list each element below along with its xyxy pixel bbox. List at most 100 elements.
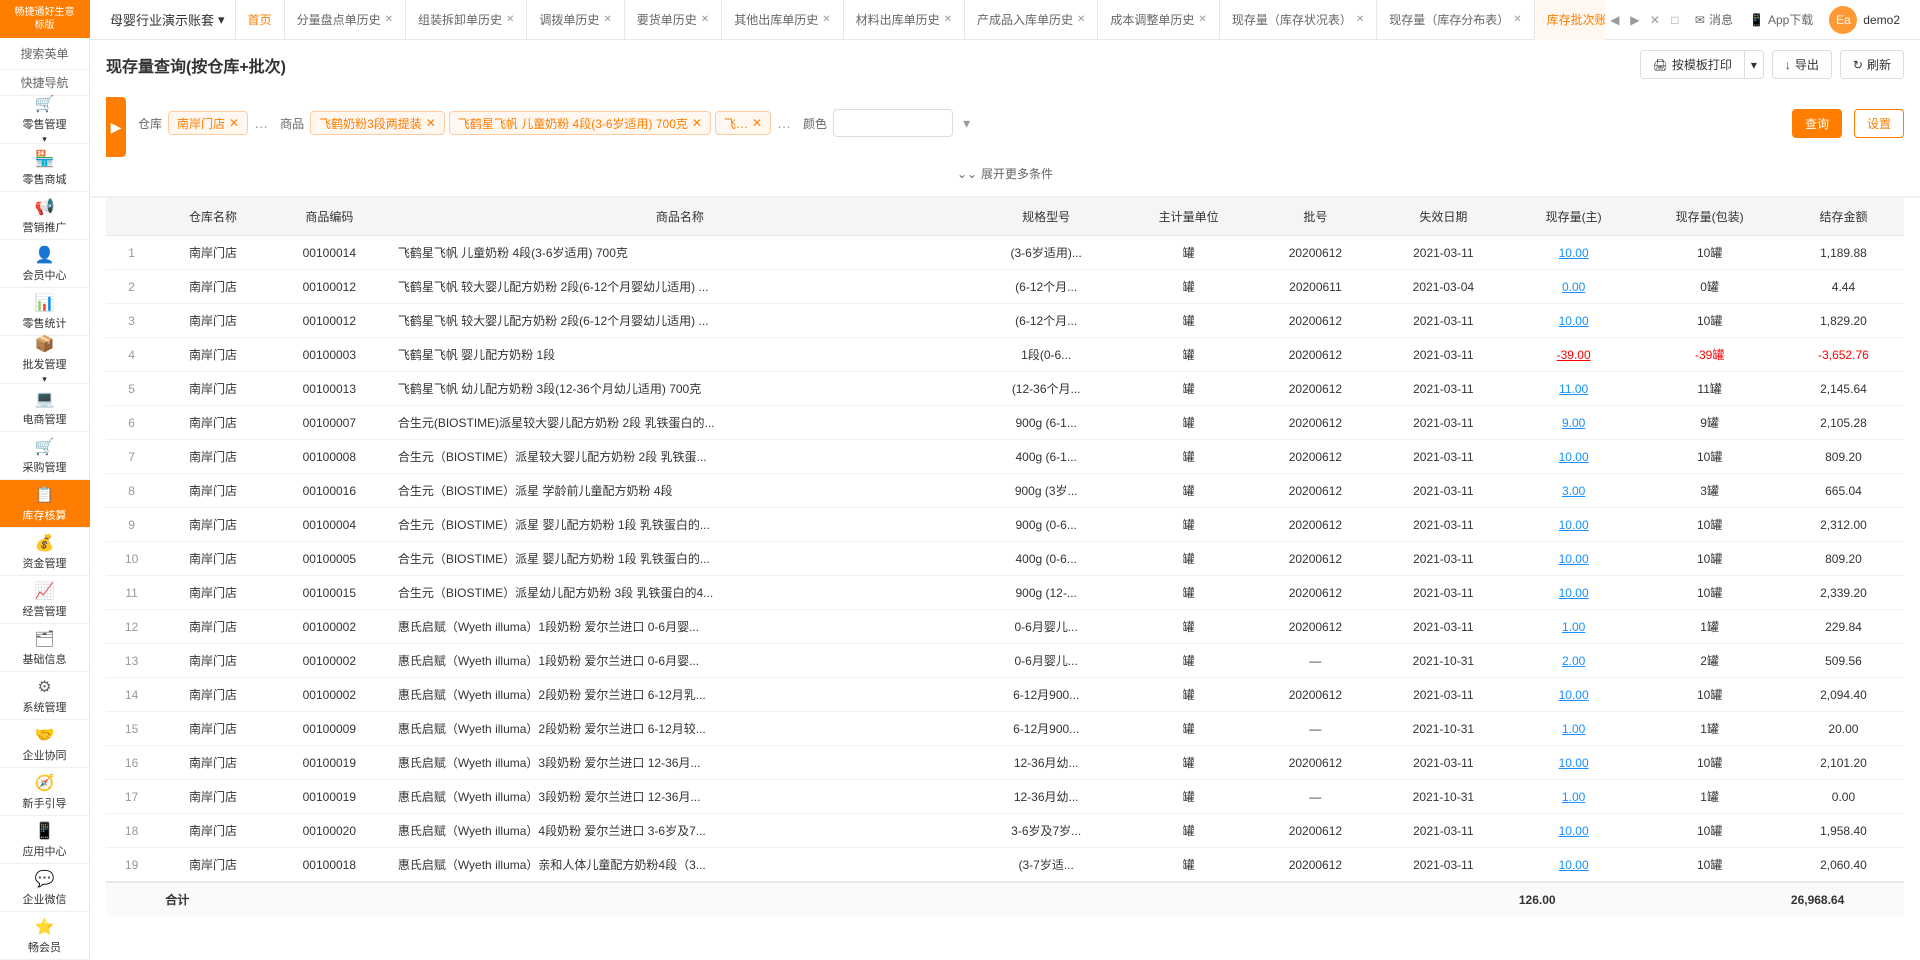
tab-menu-btn[interactable]: □ bbox=[1665, 0, 1685, 40]
tab-item-1[interactable]: 分量盘点单历史✕ bbox=[285, 0, 406, 40]
sidebar-item-purchase[interactable]: 🛒采购管理 bbox=[0, 432, 90, 480]
goods-tag-2[interactable]: 飞…✕ bbox=[715, 111, 771, 135]
row-name: 惠氏启赋（Wyeth illuma）3段奶粉 爱尔兰进口 12-36月... bbox=[390, 746, 970, 780]
sidebar-item-wechat[interactable]: 💬企业微信 bbox=[0, 864, 90, 912]
tab-item-5[interactable]: 其他出库单历史✕ bbox=[722, 0, 843, 40]
tab-item-8[interactable]: 成本调整单历史✕ bbox=[1098, 0, 1219, 40]
goods-tag-0[interactable]: 飞鹤奶粉3段两提装✕ bbox=[310, 111, 445, 135]
query-btn[interactable]: 查询 bbox=[1792, 109, 1842, 138]
row-expiry: 2021-03-11 bbox=[1376, 610, 1511, 644]
row-qty-pkg: 1罐 bbox=[1636, 712, 1782, 746]
search-trigger[interactable]: 搜索英单 bbox=[0, 38, 90, 70]
user-menu[interactable]: Ea demo2 bbox=[1829, 6, 1900, 34]
sidebar-item-appcenter[interactable]: 📱应用中心 bbox=[0, 816, 90, 864]
settings-btn[interactable]: 设置 bbox=[1854, 109, 1904, 138]
tab-item-3[interactable]: 调拨单历史✕ bbox=[527, 0, 624, 40]
sidebar-item-system[interactable]: ⚙系统管理 bbox=[0, 672, 90, 720]
tab-close-10[interactable]: ✕ bbox=[1513, 14, 1521, 25]
member-icon: 👤 bbox=[35, 245, 55, 265]
sidebar-item-ops[interactable]: 📈经营管理 bbox=[0, 576, 90, 624]
tab-close-9[interactable]: ✕ bbox=[1356, 14, 1364, 25]
sidebar-item-ecommerce[interactable]: 💻电商管理 bbox=[0, 384, 90, 432]
row-qty-main[interactable]: 0.00 bbox=[1511, 270, 1637, 304]
sidebar-item-base[interactable]: 🗂基础信息 bbox=[0, 624, 90, 672]
row-qty-main[interactable]: 10.00 bbox=[1511, 304, 1637, 338]
row-qty-main[interactable]: 3.00 bbox=[1511, 474, 1637, 508]
row-batch: 20200612 bbox=[1255, 474, 1376, 508]
tab-item-0[interactable]: 首页 bbox=[236, 0, 285, 40]
tab-next-btn[interactable]: ▶ bbox=[1625, 0, 1645, 40]
row-qty-main[interactable]: 10.00 bbox=[1511, 814, 1637, 848]
quick-nav[interactable]: 快捷导航 bbox=[0, 70, 90, 96]
row-qty-main[interactable]: 10.00 bbox=[1511, 440, 1637, 474]
expand-more[interactable]: ⌄⌄ 展开更多条件 bbox=[106, 161, 1904, 186]
goods-tag-close-2[interactable]: ✕ bbox=[752, 116, 762, 130]
row-qty-main[interactable]: 9.00 bbox=[1511, 406, 1637, 440]
row-qty-main[interactable]: 10.00 bbox=[1511, 236, 1637, 270]
tab-close-3[interactable]: ✕ bbox=[603, 14, 611, 25]
warehouse-tag[interactable]: 南岸门店 ✕ bbox=[168, 111, 248, 135]
tab-prev-btn[interactable]: ◀ bbox=[1605, 0, 1625, 40]
goods-tag-close-1[interactable]: ✕ bbox=[692, 116, 702, 130]
row-name: 惠氏启赋（Wyeth illuma）3段奶粉 爱尔兰进口 12-36月... bbox=[390, 780, 970, 814]
filter-expand-btn[interactable]: ▶ bbox=[106, 97, 126, 157]
goods-more[interactable]: … bbox=[777, 115, 791, 131]
export-btn[interactable]: ↓ 导出 bbox=[1772, 50, 1832, 79]
row-qty-main[interactable]: 11.00 bbox=[1511, 372, 1637, 406]
row-qty-main[interactable]: 10.00 bbox=[1511, 678, 1637, 712]
row-qty-main[interactable]: -39.00 bbox=[1511, 338, 1637, 372]
tab-item-6[interactable]: 材料出库单历史✕ bbox=[844, 0, 965, 40]
sidebar-item-shop[interactable]: 🏪零售商城 bbox=[0, 144, 90, 192]
row-qty-main[interactable]: 10.00 bbox=[1511, 542, 1637, 576]
row-qty-main[interactable]: 1.00 bbox=[1511, 780, 1637, 814]
tab-item-11[interactable]: 库存批次账✕ bbox=[1535, 0, 1605, 40]
tab-close-1[interactable]: ✕ bbox=[385, 14, 393, 25]
row-qty-main[interactable]: 10.00 bbox=[1511, 848, 1637, 883]
print-btn[interactable]: 🖨 按模板打印 bbox=[1641, 51, 1745, 78]
sidebar-item-retail[interactable]: 🛒零售管理▾ bbox=[0, 96, 90, 144]
sidebar-item-finance[interactable]: 💰资金管理 bbox=[0, 528, 90, 576]
app-download-btn[interactable]: 📱 App下载 bbox=[1749, 11, 1813, 28]
row-qty-main[interactable]: 1.00 bbox=[1511, 610, 1637, 644]
tab-close-4[interactable]: ✕ bbox=[701, 14, 709, 25]
warehouse-tag-close[interactable]: ✕ bbox=[229, 116, 239, 130]
sidebar-item-corp[interactable]: 🤝企业协同 bbox=[0, 720, 90, 768]
row-qty-main[interactable]: 10.00 bbox=[1511, 576, 1637, 610]
tab-item-2[interactable]: 组装拆卸单历史✕ bbox=[406, 0, 527, 40]
row-unit: 罐 bbox=[1122, 508, 1255, 542]
table-container: 仓库名称商品编码商品名称规格型号主计量单位批号失效日期现存量(主)现存量(包装)… bbox=[90, 198, 1920, 960]
sidebar-item-guide[interactable]: 🧭新手引导 bbox=[0, 768, 90, 816]
sidebar-item-marketing[interactable]: 📢营销推广 bbox=[0, 192, 90, 240]
tab-close-8[interactable]: ✕ bbox=[1198, 14, 1206, 25]
tab-close-5[interactable]: ✕ bbox=[822, 14, 830, 25]
sidebar-item-stats[interactable]: 📊零售统计 bbox=[0, 288, 90, 336]
sidebar-item-inventory[interactable]: 📋库存核算 bbox=[0, 480, 90, 528]
sidebar-item-wholesale[interactable]: 📦批发管理▾ bbox=[0, 336, 90, 384]
color-input[interactable] bbox=[833, 109, 953, 137]
message-btn[interactable]: ✉ 消息 bbox=[1695, 11, 1733, 28]
tab-close-6[interactable]: ✕ bbox=[944, 14, 952, 25]
goods-tag-1[interactable]: 飞鹤星飞帆 儿童奶粉 4段(3-6岁适用) 700克✕ bbox=[449, 111, 711, 135]
color-dropdown-icon[interactable]: ▾ bbox=[963, 115, 970, 132]
account-dropdown[interactable]: 母婴行业演示账套 ▾ bbox=[100, 0, 236, 40]
tab-item-4[interactable]: 要货单历史✕ bbox=[625, 0, 722, 40]
tab-close-all-btn[interactable]: ✕ bbox=[1645, 0, 1665, 40]
tab-close-2[interactable]: ✕ bbox=[506, 14, 514, 25]
row-qty-main[interactable]: 1.00 bbox=[1511, 712, 1637, 746]
row-qty-main[interactable]: 2.00 bbox=[1511, 644, 1637, 678]
tab-close-7[interactable]: ✕ bbox=[1077, 14, 1085, 25]
row-qty-main[interactable]: 10.00 bbox=[1511, 508, 1637, 542]
app-logo[interactable]: 畅捷通好生意 标版 bbox=[0, 0, 90, 38]
tab-item-9[interactable]: 现存量（库存状况表）✕ bbox=[1220, 0, 1377, 40]
row-qty-main[interactable]: 10.00 bbox=[1511, 746, 1637, 780]
refresh-btn[interactable]: ↻ 刷新 bbox=[1840, 50, 1904, 79]
sidebar-item-vip[interactable]: ⭐畅会员 bbox=[0, 912, 90, 960]
goods-tag-close-0[interactable]: ✕ bbox=[426, 116, 436, 130]
sidebar-item-member[interactable]: 👤会员中心 bbox=[0, 240, 90, 288]
page-actions: 🖨 按模板打印 ▾ ↓ 导出 ↻ 刷新 bbox=[1640, 50, 1904, 79]
print-dropdown-btn[interactable]: ▾ bbox=[1745, 53, 1763, 77]
row-spec: 900g (6-1... bbox=[970, 406, 1122, 440]
warehouse-more[interactable]: … bbox=[254, 115, 268, 131]
tab-item-7[interactable]: 产成品入库单历史✕ bbox=[965, 0, 1098, 40]
tab-item-10[interactable]: 现存量（库存分布表）✕ bbox=[1377, 0, 1534, 40]
